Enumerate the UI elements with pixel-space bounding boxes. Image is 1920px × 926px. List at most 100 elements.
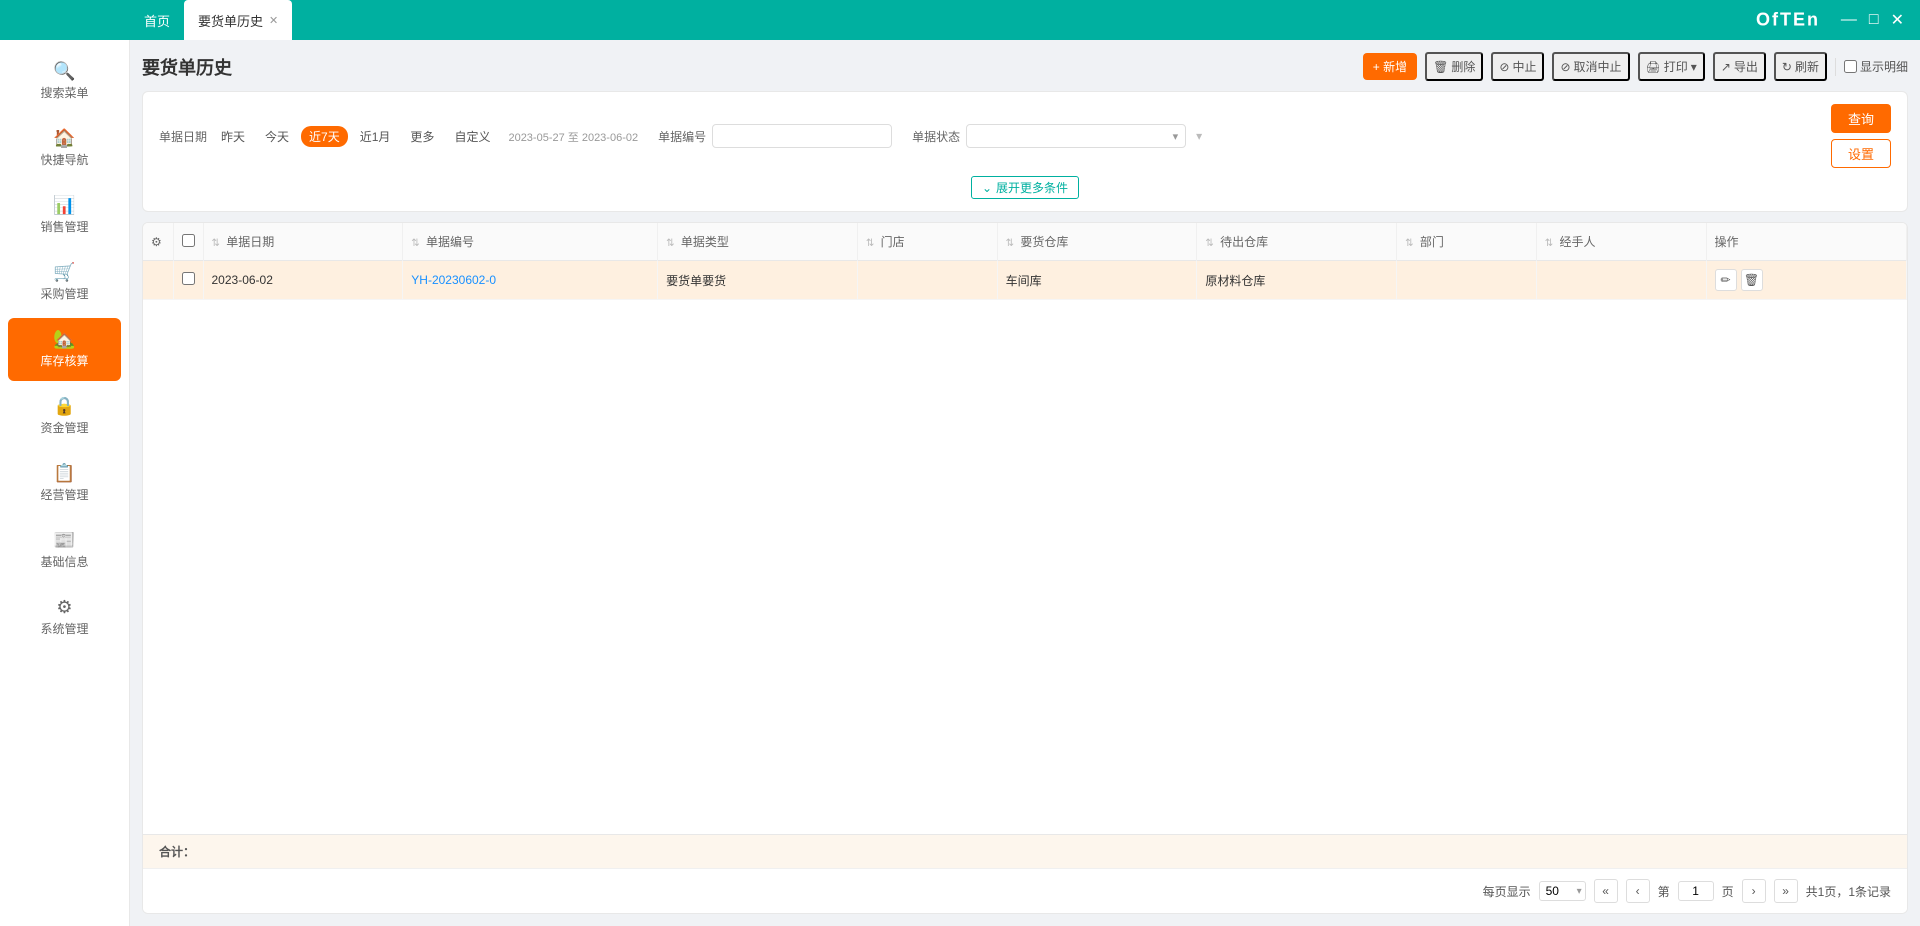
tab-order-history[interactable]: 要货单历史 ✕ bbox=[184, 0, 292, 40]
new-button[interactable]: + 新增 bbox=[1363, 53, 1417, 80]
total-info: 共1页，1条记录 bbox=[1806, 883, 1891, 900]
date-pill-7days[interactable]: 近7天 bbox=[301, 126, 348, 147]
tab-home[interactable]: 首页 bbox=[130, 0, 184, 40]
page-input[interactable] bbox=[1678, 881, 1714, 901]
date-pill-more[interactable]: 更多 bbox=[402, 126, 442, 147]
td-department bbox=[1397, 261, 1537, 300]
first-page-button[interactable]: « bbox=[1594, 879, 1618, 903]
status-dropdown-icon: ▾ bbox=[1196, 129, 1202, 143]
setting-button[interactable]: 设置 bbox=[1831, 139, 1891, 168]
td-pending-warehouse: 原材料仓库 bbox=[1197, 261, 1397, 300]
sales-icon: 📊 bbox=[53, 196, 75, 214]
date-pill-yesterday[interactable]: 昨天 bbox=[213, 126, 253, 147]
last-page-button[interactable]: » bbox=[1774, 879, 1798, 903]
print-button[interactable]: 🖨 打印 ▾ bbox=[1638, 52, 1705, 81]
page-title: 要货单历史 bbox=[142, 54, 232, 80]
table-scroll[interactable]: ⚙ ⇅ 单据日期 ⇅ 单据编号 bbox=[143, 223, 1907, 834]
brand-text: OfTEn bbox=[1756, 10, 1820, 31]
page-label-post: 页 bbox=[1722, 883, 1734, 900]
th-order-no-label: 单据编号 bbox=[426, 235, 474, 249]
sidebar-item-quick-nav[interactable]: 🏠 快捷导航 bbox=[8, 117, 121, 180]
sidebar-item-purchase[interactable]: 🛒 采购管理 bbox=[8, 251, 121, 314]
delete-icon: 🗑 bbox=[1433, 60, 1448, 74]
sidebar-item-sales[interactable]: 📊 销售管理 bbox=[8, 184, 121, 247]
sort-handler-icon: ⇅ bbox=[1545, 238, 1553, 249]
sidebar-item-finance-label: 资金管理 bbox=[40, 419, 88, 436]
sidebar-item-inventory[interactable]: 🏡 库存核算 bbox=[8, 318, 121, 381]
sort-order-type-icon: ⇅ bbox=[666, 238, 674, 249]
order-no-input[interactable] bbox=[712, 124, 892, 148]
export-icon: ↗ bbox=[1721, 60, 1731, 74]
cancel-stop-icon: ⊘ bbox=[1560, 60, 1570, 74]
display-cell-checkbox[interactable] bbox=[1844, 60, 1857, 73]
row-checkbox[interactable] bbox=[182, 272, 195, 285]
status-select[interactable] bbox=[966, 124, 1186, 148]
delete-button[interactable]: 🗑 删除 bbox=[1425, 52, 1483, 81]
tab-close-icon[interactable]: ✕ bbox=[269, 14, 278, 27]
th-store-label: 门店 bbox=[881, 235, 905, 249]
next-page-button[interactable]: › bbox=[1742, 879, 1766, 903]
th-pending-warehouse: ⇅ 待出仓库 bbox=[1197, 223, 1397, 261]
purchase-icon: 🛒 bbox=[53, 263, 75, 281]
finance-icon: 🔒 bbox=[53, 397, 75, 415]
th-actions: 操作 bbox=[1706, 223, 1906, 261]
prev-page-button[interactable]: ‹ bbox=[1626, 879, 1650, 903]
print-icon: 🖨 bbox=[1646, 60, 1661, 74]
th-handler-label: 经手人 bbox=[1560, 235, 1596, 249]
td-require-warehouse: 车间库 bbox=[997, 261, 1197, 300]
th-store: ⇅ 门店 bbox=[857, 223, 997, 261]
th-department: ⇅ 部门 bbox=[1397, 223, 1537, 261]
row-edit-button[interactable]: ✏ bbox=[1715, 269, 1737, 291]
th-handler: ⇅ 经手人 bbox=[1536, 223, 1706, 261]
sidebar-item-basic-info-label: 基础信息 bbox=[40, 553, 88, 570]
table-header-row: ⚙ ⇅ 单据日期 ⇅ 单据编号 bbox=[143, 223, 1907, 261]
table-settings-icon[interactable]: ⚙ bbox=[151, 235, 162, 249]
td-store bbox=[857, 261, 997, 300]
order-no-label: 单据编号 bbox=[658, 128, 706, 145]
export-button[interactable]: ↗ 导出 bbox=[1713, 52, 1766, 81]
query-btn-group: 查询 设置 bbox=[1831, 104, 1891, 168]
order-no-link[interactable]: YH-20230602-0 bbox=[411, 273, 496, 287]
tab-bar: 首页 要货单历史 ✕ bbox=[130, 0, 292, 40]
minimize-icon[interactable]: — bbox=[1841, 11, 1857, 29]
sidebar-item-operations[interactable]: 📋 经营管理 bbox=[8, 452, 121, 515]
row-delete-button[interactable]: 🗑 bbox=[1741, 269, 1763, 291]
tab-order-history-label: 要货单历史 bbox=[198, 11, 263, 30]
select-all-checkbox[interactable] bbox=[182, 234, 195, 247]
table-container: ⚙ ⇅ 单据日期 ⇅ 单据编号 bbox=[142, 222, 1908, 914]
print-label: 打印 bbox=[1664, 58, 1688, 75]
cancel-stop-button[interactable]: ⊘ 取消中止 bbox=[1552, 52, 1629, 81]
cancel-stop-label: 取消中止 bbox=[1574, 58, 1622, 75]
sidebar-item-finance[interactable]: 🔒 资金管理 bbox=[8, 385, 121, 448]
filter-status-group: 单据状态 ▾ bbox=[912, 124, 1202, 148]
status-select-wrapper bbox=[966, 124, 1186, 148]
date-pill-custom[interactable]: 自定义 bbox=[446, 126, 498, 147]
expand-conditions: ⌄ 展开更多条件 bbox=[159, 176, 1891, 199]
toolbar: + 新增 🗑 删除 ⊘ 中止 ⊘ 取消中止 🖨 打印 ▾ bbox=[1363, 52, 1908, 81]
date-pill-1month[interactable]: 近1月 bbox=[352, 126, 399, 147]
stop-button[interactable]: ⊘ 中止 bbox=[1491, 52, 1544, 81]
display-cell-button[interactable]: 显示明细 bbox=[1844, 58, 1908, 75]
th-settings: ⚙ bbox=[143, 223, 173, 261]
per-page-select[interactable]: 20 50 100 bbox=[1539, 881, 1586, 901]
sidebar-item-basic-info[interactable]: 📰 基础信息 bbox=[8, 519, 121, 582]
sidebar-item-operations-label: 经营管理 bbox=[40, 486, 88, 503]
basic-info-icon: 📰 bbox=[53, 531, 75, 549]
date-pill-today[interactable]: 今天 bbox=[257, 126, 297, 147]
refresh-button[interactable]: ↻ 刷新 bbox=[1774, 52, 1827, 81]
th-require-warehouse: ⇅ 要货仓库 bbox=[997, 223, 1197, 261]
sort-order-no-icon: ⇅ bbox=[411, 238, 419, 249]
sidebar-item-search[interactable]: 🔍 搜索菜单 bbox=[8, 50, 121, 113]
delete-label: 删除 bbox=[1451, 58, 1475, 75]
display-cell-label: 显示明细 bbox=[1860, 58, 1908, 75]
td-order-type: 要货单要货 bbox=[658, 261, 858, 300]
expand-button[interactable]: ⌄ 展开更多条件 bbox=[971, 176, 1079, 199]
top-bar-right: — □ ✕ bbox=[1841, 10, 1920, 30]
close-window-icon[interactable]: ✕ bbox=[1891, 10, 1904, 30]
maximize-icon[interactable]: □ bbox=[1869, 11, 1879, 29]
sidebar-item-system[interactable]: ⚙ 系统管理 bbox=[8, 586, 121, 649]
expand-icon: ⌄ bbox=[982, 181, 992, 195]
query-button[interactable]: 查询 bbox=[1831, 104, 1891, 133]
sort-store-icon: ⇅ bbox=[866, 238, 874, 249]
date-range-text: 2023-05-27 至 2023-06-02 bbox=[508, 129, 638, 145]
